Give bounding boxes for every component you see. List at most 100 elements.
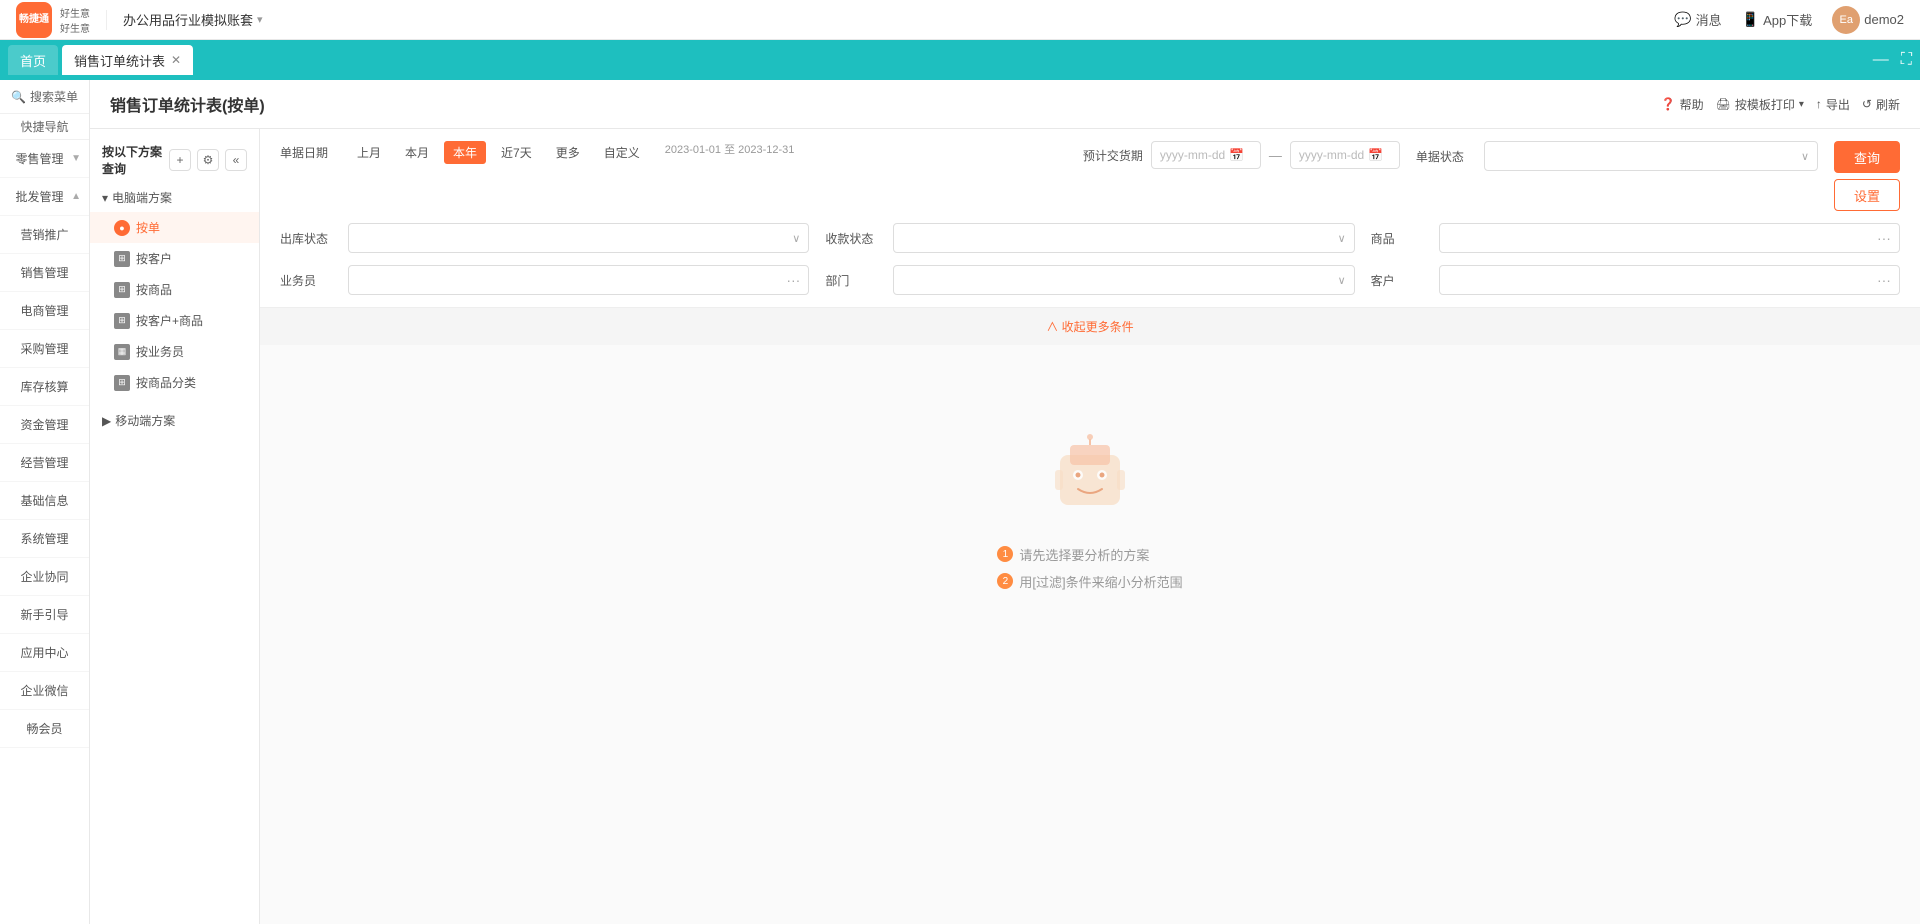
top-bar: 畅捷通 好生意 好生意 办公用品行业模拟账套 ▾ 💬 消息 📱 App下载 Ea…: [0, 0, 1920, 40]
export-btn[interactable]: ↑ 导出: [1816, 96, 1850, 113]
page-title: 销售订单统计表(按单): [110, 92, 265, 128]
empty-tips: 1 请先选择要分析的方案 2 用[过滤]条件来缩小分析范围: [997, 545, 1182, 591]
sidebar-item-wholesale[interactable]: 批发管理 ▲: [0, 178, 89, 216]
page-header: 销售订单统计表(按单) ❓ 帮助 🖨 按模板打印 ▾ ↑ 导出 ↺ 刷新: [90, 80, 1920, 129]
date-btn-more[interactable]: 更多: [547, 141, 589, 164]
ship-status-field: 出库状态 ∨: [280, 223, 809, 253]
department-field: 部门 ∨: [825, 265, 1354, 295]
tab-close-btn[interactable]: ✕: [171, 53, 181, 67]
app-download-btn[interactable]: 📱 App下载: [1742, 10, 1813, 29]
salesperson-dots: ···: [786, 272, 800, 288]
tip-num-2: 2: [997, 573, 1013, 589]
tab-minimize-btn[interactable]: —: [1873, 51, 1889, 69]
date-btn-this-year[interactable]: 本年: [444, 141, 486, 164]
order-status-select[interactable]: ∨: [1484, 141, 1818, 171]
search-icon: 🔍: [11, 90, 26, 104]
sidebar-item-operations[interactable]: 经营管理: [0, 444, 89, 482]
refresh-btn[interactable]: ↺ 刷新: [1862, 96, 1900, 113]
sidebar-item-finance[interactable]: 资金管理: [0, 406, 89, 444]
sidebar-item-system[interactable]: 系统管理: [0, 520, 89, 558]
tab-sales-order-stats[interactable]: 销售订单统计表 ✕: [62, 45, 193, 75]
scheme-pc-section[interactable]: ▾ 电脑端方案: [90, 183, 259, 212]
scheme-panel-actions: + ⚙ «: [169, 149, 247, 171]
department-arrow: ∨: [1338, 274, 1346, 287]
scheme-mobile-section[interactable]: ▶ 移动端方案: [90, 406, 259, 435]
collapse-bar[interactable]: ∧ 收起更多条件: [260, 308, 1920, 345]
message-btn[interactable]: 💬 消息: [1674, 10, 1721, 29]
scheme-settings-btn[interactable]: ⚙: [197, 149, 219, 171]
department-select[interactable]: ∨: [893, 265, 1354, 295]
scheme-icon-by-product: ⊞: [114, 282, 130, 298]
sidebar-search[interactable]: 🔍 搜索菜单: [0, 80, 89, 114]
message-icon: 💬: [1674, 11, 1691, 28]
payment-status-select[interactable]: ∨: [893, 223, 1354, 253]
sidebar-item-marketing[interactable]: 营销推广: [0, 216, 89, 254]
product-select[interactable]: ···: [1439, 223, 1900, 253]
sidebar-item-ecommerce[interactable]: 电商管理: [0, 292, 89, 330]
page-actions: ❓ 帮助 🖨 按模板打印 ▾ ↑ 导出 ↺ 刷新: [1661, 96, 1900, 125]
help-btn[interactable]: ❓ 帮助: [1661, 96, 1704, 113]
print-icon: 🖨: [1716, 97, 1731, 111]
ship-status-arrow: ∨: [792, 232, 800, 245]
scheme-icon-by-sales: ▦: [114, 344, 130, 360]
payment-status-arrow: ∨: [1338, 232, 1346, 245]
customer-select[interactable]: ···: [1439, 265, 1900, 295]
customer-field: 客户 ···: [1371, 265, 1900, 295]
scheme-add-btn[interactable]: +: [169, 149, 191, 171]
sidebar-item-basic[interactable]: 基础信息: [0, 482, 89, 520]
expected-date-from[interactable]: yyyy-mm-dd 📅: [1151, 141, 1261, 169]
tab-bar-actions: — ⛶: [1873, 51, 1912, 69]
scheme-panel: 按以下方案查询 + ⚙ « ▾ 电脑端方案 ● 按单: [90, 129, 260, 924]
sidebar-item-member[interactable]: 畅会员: [0, 710, 89, 748]
scheme-item-by-customer-product[interactable]: ⊞ 按客户+商品: [90, 305, 259, 336]
avatar: Ea: [1832, 6, 1860, 34]
filter-right: 单据日期 上月 本月 本年 近7天 更多 自定义 2023-01-0: [260, 129, 1920, 924]
query-button[interactable]: 查询: [1834, 141, 1900, 173]
date-btn-last-month[interactable]: 上月: [348, 141, 390, 164]
sidebar-item-sales[interactable]: 销售管理: [0, 254, 89, 292]
sidebar-item-purchase[interactable]: 采购管理: [0, 330, 89, 368]
payment-status-field: 收款状态 ∨: [825, 223, 1354, 253]
date-filter: 上月 本月 本年 近7天 更多 自定义: [348, 141, 649, 164]
sidebar-item-enterprise[interactable]: 企业协同: [0, 558, 89, 596]
scheme-item-by-product[interactable]: ⊞ 按商品: [90, 274, 259, 305]
sidebar-item-retail[interactable]: 零售管理 ▼: [0, 140, 89, 178]
sidebar-item-app-center[interactable]: 应用中心: [0, 634, 89, 672]
scheme-item-by-category[interactable]: ⊞ 按商品分类: [90, 367, 259, 398]
body-area: 按以下方案查询 + ⚙ « ▾ 电脑端方案 ● 按单: [90, 129, 1920, 924]
tab-bar: 首页 销售订单统计表 ✕ — ⛶: [0, 40, 1920, 80]
scheme-icon-by-cust-prod: ⊞: [114, 313, 130, 329]
sidebar-item-inventory[interactable]: 库存核算: [0, 368, 89, 406]
export-icon: ↑: [1816, 97, 1822, 111]
expected-date-field: 预计交货期 yyyy-mm-dd 📅 — yyyy-mm-dd 📅: [1083, 141, 1400, 169]
scheme-collapse-btn[interactable]: «: [225, 149, 247, 171]
settings-button[interactable]: 设置: [1834, 179, 1900, 211]
sidebar-nav[interactable]: 快捷导航: [0, 114, 89, 140]
salesperson-select[interactable]: ···: [348, 265, 809, 295]
scheme-item-by-order[interactable]: ● 按单: [90, 212, 259, 243]
expected-date-to[interactable]: yyyy-mm-dd 📅: [1290, 141, 1400, 169]
salesperson-field: 业务员 ···: [280, 265, 809, 295]
collapse-arrow: ∧: [1046, 320, 1061, 334]
tab-home[interactable]: 首页: [8, 45, 58, 75]
tip-num-1: 1: [997, 546, 1013, 562]
sidebar-item-newbie[interactable]: 新手引导: [0, 596, 89, 634]
scheme-item-by-customer[interactable]: ⊞ 按客户: [90, 243, 259, 274]
tab-maximize-btn[interactable]: ⛶: [1901, 51, 1912, 69]
date-btn-7days[interactable]: 近7天: [492, 141, 541, 164]
top-bar-right: 💬 消息 📱 App下载 Ea demo2: [1674, 6, 1904, 34]
标板员: 好生意: [60, 20, 90, 35]
template-print-btn[interactable]: 🖨 按模板打印 ▾: [1716, 96, 1804, 113]
refresh-icon: ↺: [1862, 97, 1872, 111]
date-btn-custom[interactable]: 自定义: [595, 141, 649, 164]
date-btn-this-month[interactable]: 本月: [396, 141, 438, 164]
sidebar-arrow-wholesale: ▲: [71, 191, 81, 202]
sidebar-item-wechat[interactable]: 企业微信: [0, 672, 89, 710]
ship-status-select[interactable]: ∨: [348, 223, 809, 253]
app-title-display[interactable]: 办公用品行业模拟账套 ▾: [123, 10, 263, 29]
scheme-pc-arrow: ▾: [102, 191, 108, 205]
scheme-item-by-salesperson[interactable]: ▦ 按业务员: [90, 336, 259, 367]
filter-row-3: 业务员 ··· 部门 ∨: [280, 265, 1900, 295]
scheme-icon-by-cat: ⊞: [114, 375, 130, 391]
user-profile[interactable]: Ea demo2: [1832, 6, 1904, 34]
